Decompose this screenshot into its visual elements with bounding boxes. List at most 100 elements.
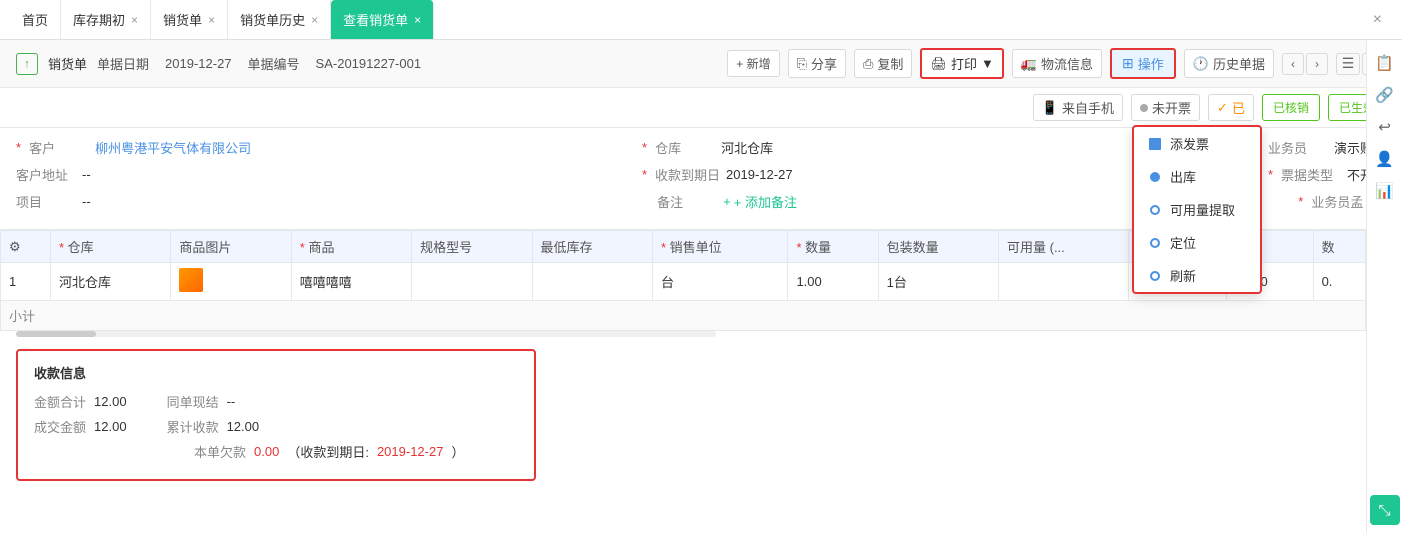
date-label: 单据日期 (97, 54, 149, 73)
settings-icon: ⚙ (9, 239, 21, 254)
unopened-ticket-btn[interactable]: 未开票 (1131, 94, 1200, 121)
tab-sales[interactable]: 销货单 × (151, 0, 228, 39)
secondary-toolbar: 📱 来自手机 未开票 ✓ 已 已核销 已生效 (0, 88, 1402, 128)
cumulative-value: 12.00 (227, 419, 260, 434)
project-field: 项目 -- (16, 192, 637, 211)
close-inventory-tab[interactable]: × (131, 13, 138, 27)
doc-header: ↑ 销货单 单据日期 2019-12-27 单据编号 SA-20191227-0… (0, 40, 1402, 88)
warehouse-value: 河北仓库 (721, 138, 773, 157)
operations-dropdown: 添发票 出库 可用量提取 定位 (1132, 125, 1262, 294)
row-image (171, 263, 291, 301)
history-button[interactable]: 🕐 历史单据 (1184, 49, 1274, 78)
outbound-icon (1148, 170, 1162, 184)
row-warehouse: 河北仓库 (50, 263, 170, 301)
tab-bar: 首页 库存期初 × 销货单 × 销货单历史 × 查看销货单 × × (0, 0, 1402, 40)
row-extra: 0. (1313, 263, 1365, 301)
product-image (179, 268, 203, 292)
info-row-2: 成交金额 12.00 累计收款 12.00 (34, 417, 518, 436)
available-qty-item[interactable]: 可用量提取 (1134, 193, 1260, 226)
truck-icon: 🚛 (1021, 56, 1037, 72)
total-amount: 金额合计 12.00 (34, 392, 127, 411)
grid-icon: ⊞ (1122, 55, 1134, 72)
close-sales-tab[interactable]: × (208, 13, 215, 27)
locate-icon (1148, 236, 1162, 250)
operations-button[interactable]: ⊞ 操作 (1110, 48, 1176, 79)
sidebar-doc-icon[interactable]: 📋 (1370, 48, 1400, 78)
toolbar-buttons: + 新增 ⎘ 分享 ⎙ 复制 🖨 打印 ▼ 🚛 物流信息 (727, 48, 1386, 79)
doc-type-icon: ↑ (16, 53, 38, 75)
col-image: 商品图片 (171, 231, 291, 263)
sidebar-user-icon[interactable]: 👤 (1370, 144, 1400, 174)
payment-info-box: 收款信息 金额合计 12.00 同单现结 -- 成交金额 12.00 累计收款 (16, 349, 536, 481)
close-all-tabs[interactable]: × (1363, 11, 1392, 29)
history-icon: 🕐 (1193, 56, 1209, 72)
col-min-stock: 最低库存 (532, 231, 652, 263)
close-history-tab[interactable]: × (311, 13, 318, 27)
list-view-btn[interactable]: ☰ (1336, 53, 1360, 75)
address-field: 客户地址 -- (16, 165, 622, 184)
customer-value[interactable]: 柳州粤港平安气体有限公司 (95, 138, 251, 157)
refresh-icon (1148, 269, 1162, 283)
add-note-btn[interactable]: + + 添加备注 (723, 192, 797, 211)
sidebar-link-icon[interactable]: 🔗 (1370, 80, 1400, 110)
row-spec (412, 263, 532, 301)
col-spec: 规格型号 (412, 231, 532, 263)
doc-title-area: ↑ 销货单 单据日期 2019-12-27 单据编号 SA-20191227-0… (16, 53, 421, 75)
due-payment: 本单欠款 0.00 （收款到期日: 2019-12-27 ） (194, 442, 464, 461)
close-view-tab[interactable]: × (414, 13, 421, 27)
row-min-stock (532, 263, 652, 301)
row-product: 嘻嘻嘻嘻 (291, 263, 411, 301)
row-index: 1 (1, 263, 51, 301)
number-value: SA-20191227-001 (316, 56, 422, 71)
transaction-amount: 成交金额 12.00 (34, 417, 127, 436)
tab-sales-history[interactable]: 销货单历史 × (228, 0, 331, 39)
share-button[interactable]: ⎘ 分享 (788, 49, 846, 78)
payment-info-title: 收款信息 (34, 363, 518, 382)
payment-date-value: 2019-12-27 (726, 167, 793, 182)
sidebar-expand-icon[interactable]: ⤡ (1370, 495, 1400, 525)
cancelled-btn[interactable]: 已核销 (1262, 94, 1320, 121)
settlement-value: -- (227, 394, 236, 409)
transaction-value: 12.00 (94, 419, 127, 434)
invoice-icon (1148, 137, 1162, 151)
col-available: 可用量 (... (999, 231, 1129, 263)
next-arrow[interactable]: › (1306, 53, 1328, 75)
col-sales-unit: * 销售单位 (652, 231, 788, 263)
qty-icon (1148, 203, 1162, 217)
check-icon: ✓ (1217, 100, 1228, 116)
outbound-item[interactable]: 出库 (1134, 160, 1260, 193)
add-invoice-item[interactable]: 添发票 (1134, 127, 1260, 160)
nav-arrows: ‹ › (1282, 53, 1328, 75)
row-quantity: 1.00 (788, 263, 878, 301)
sidebar-chart-icon[interactable]: 📊 (1370, 176, 1400, 206)
copy-icon: ⎙ (863, 56, 873, 72)
tab-inventory[interactable]: 库存期初 × (61, 0, 151, 39)
doc-type-label: 销货单 (48, 54, 87, 73)
print-button[interactable]: 🖨 打印 ▼ (920, 48, 1003, 79)
subtotal-label: 小计 (1, 301, 1366, 331)
col-warehouse: * 仓库 (50, 231, 170, 263)
prev-arrow[interactable]: ‹ (1282, 53, 1304, 75)
tab-home[interactable]: 首页 (10, 0, 61, 39)
new-button[interactable]: + 新增 (727, 50, 779, 77)
locate-item[interactable]: 定位 (1134, 226, 1260, 259)
plus-icon: + (723, 194, 731, 209)
sidebar-return-icon[interactable]: ↩ (1370, 112, 1400, 142)
due-value: 0.00 (254, 444, 279, 459)
right-sidebar: 📋 🔗 ↩ 👤 📊 ⤡ (1366, 40, 1402, 533)
date-value: 2019-12-27 (165, 56, 232, 71)
col-gear[interactable]: ⚙ (1, 231, 51, 263)
due-date: 2019-12-27 (377, 444, 444, 459)
tab-view-sales[interactable]: 查看销货单 × (331, 0, 434, 39)
address-value: -- (82, 167, 91, 182)
refresh-item[interactable]: 刷新 (1134, 259, 1260, 292)
project-value: -- (82, 194, 91, 209)
col-extra: 数 (1313, 231, 1365, 263)
logistics-button[interactable]: 🚛 物流信息 (1012, 49, 1102, 78)
col-pack-qty: 包装数量 (878, 231, 998, 263)
check-btn[interactable]: ✓ 已 (1208, 94, 1254, 121)
from-phone-btn[interactable]: 📱 来自手机 (1033, 94, 1123, 121)
info-row-1: 金额合计 12.00 同单现结 -- (34, 392, 518, 411)
number-label: 单据编号 (248, 54, 300, 73)
copy-button[interactable]: ⎙ 复制 (854, 49, 912, 78)
